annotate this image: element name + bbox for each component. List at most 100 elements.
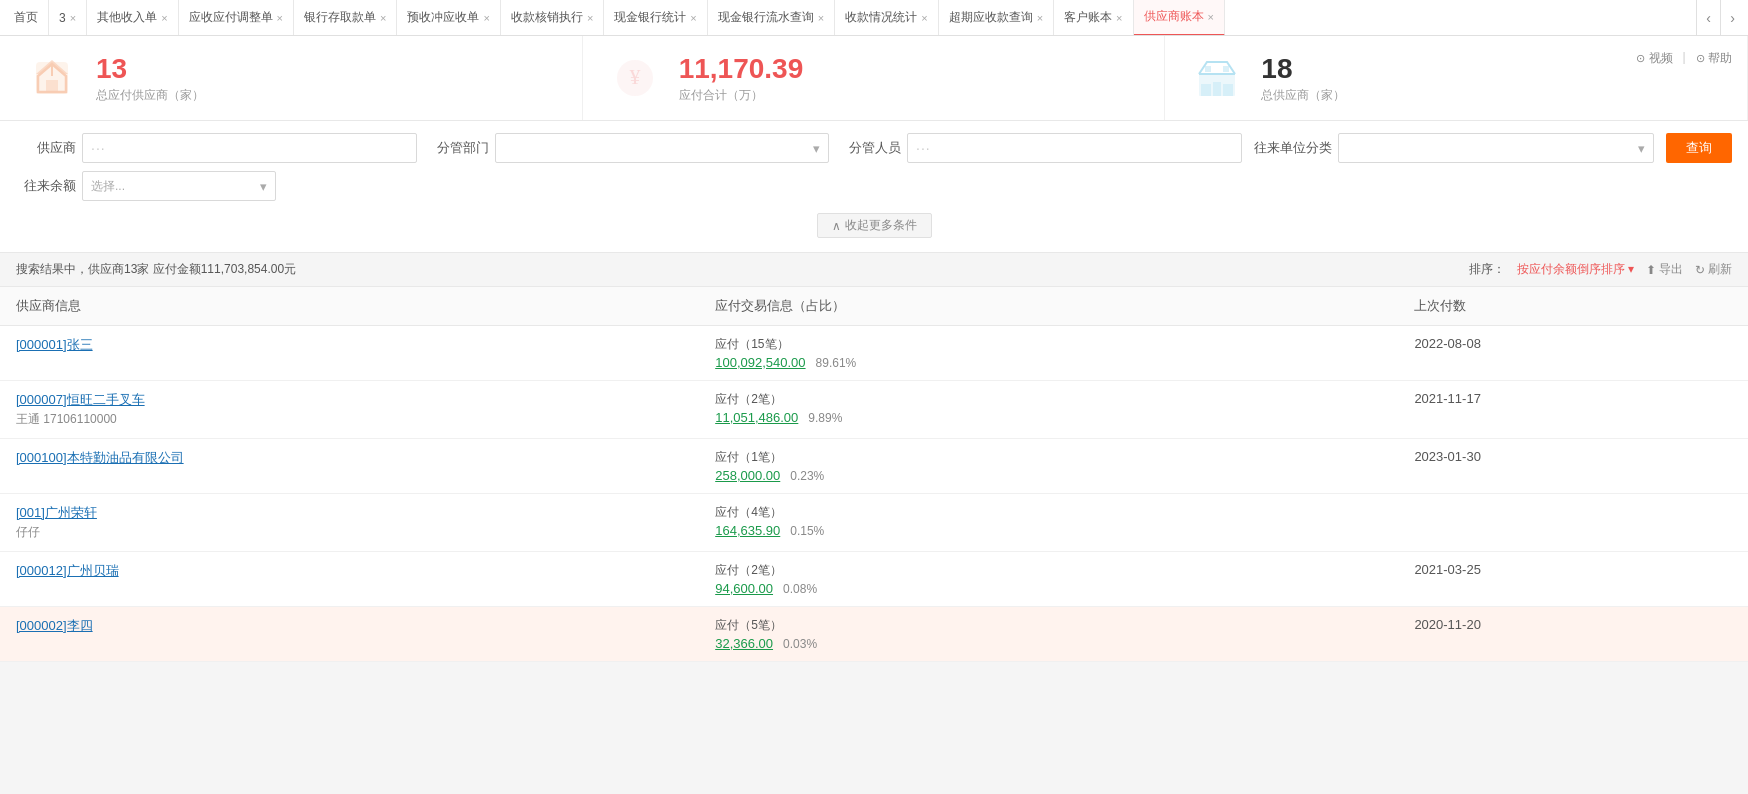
tx-label-1: 应付（2笔） xyxy=(715,391,1382,408)
svg-text:¥: ¥ xyxy=(629,64,640,89)
th-tx: 应付交易信息（占比） xyxy=(699,287,1398,326)
tab-close-cash-bank-flow[interactable]: × xyxy=(818,12,824,24)
video-link[interactable]: ⊙ 视频 xyxy=(1636,50,1672,67)
table-container: 供应商信息 应付交易信息（占比） 上次付数 [000001]张三应付（15笔）1… xyxy=(0,287,1748,662)
amount-link-1[interactable]: 11,051,486.00 xyxy=(715,410,798,425)
supplier-link-4[interactable]: [000012]广州贝瑞 xyxy=(16,563,119,578)
filter-balance: 往来余额 选择... ▾ xyxy=(16,171,276,201)
cell-tx-2: 应付（1笔）258,000.000.23% xyxy=(699,439,1398,494)
filter-person: 分管人员 ··· xyxy=(841,133,1242,163)
tab-close-receipt-stat[interactable]: × xyxy=(921,12,927,24)
pct-0: 89.61% xyxy=(816,356,857,370)
card3-label: 总供应商（家） xyxy=(1261,87,1345,104)
table-row: [001]广州荣轩仔仔应付（4笔）164,635.900.15% xyxy=(0,494,1748,552)
card2-number: 11,170.39 xyxy=(679,52,804,86)
refresh-button[interactable]: ↻ 刷新 xyxy=(1695,261,1732,278)
table-row: [000002]李四应付（5笔）32,366.000.03%2020-11-20 xyxy=(0,607,1748,662)
result-bar: 搜索结果中，供应商13家 应付金额111,703,854.00元 排序： 按应付… xyxy=(0,253,1748,287)
tab-close-other-income[interactable]: × xyxy=(161,12,167,24)
supplier-link-5[interactable]: [000002]李四 xyxy=(16,618,93,633)
nav-next-arrow[interactable]: › xyxy=(1720,0,1744,36)
query-button[interactable]: 查询 xyxy=(1666,133,1732,163)
amount-link-0[interactable]: 100,092,540.00 xyxy=(715,355,805,370)
table-row: [000100]本特勤油品有限公司应付（1笔）258,000.000.23%20… xyxy=(0,439,1748,494)
table-row: [000001]张三应付（15笔）100,092,540.0089.61%202… xyxy=(0,326,1748,381)
collapse-button[interactable]: ∧ 收起更多条件 xyxy=(817,213,932,238)
nav-tab-receipt-verify[interactable]: 收款核销执行× xyxy=(501,0,604,36)
supplier-input[interactable]: ··· xyxy=(82,133,417,163)
cell-supplier-3: [001]广州荣轩仔仔 xyxy=(0,494,699,552)
nav-tab-supplier-book[interactable]: 供应商账本× xyxy=(1134,0,1225,36)
pct-2: 0.23% xyxy=(790,469,824,483)
balance-select[interactable]: 选择... ▾ xyxy=(82,171,276,201)
nav-tab-customer-book[interactable]: 客户账本× xyxy=(1054,0,1133,36)
cell-date-5: 2020-11-20 xyxy=(1398,607,1748,662)
amount-link-2[interactable]: 258,000.00 xyxy=(715,468,780,483)
nav-tab-prepaid-ar[interactable]: 预收冲应收单× xyxy=(397,0,500,36)
cell-date-3 xyxy=(1398,494,1748,552)
store-icon xyxy=(1189,50,1245,106)
nav-prev-arrow[interactable]: ‹ xyxy=(1696,0,1720,36)
dept-arrow-icon: ▾ xyxy=(813,141,820,156)
top-nav: 首页3×其他收入单×应收应付调整单×银行存取款单×预收冲应收单×收款核销执行×现… xyxy=(0,0,1748,36)
svg-rect-9 xyxy=(1213,82,1221,96)
supplier-label: 供应商 xyxy=(16,139,76,157)
tab-close-receipt-verify[interactable]: × xyxy=(587,12,593,24)
card3-info: 18 总供应商（家） xyxy=(1261,52,1345,105)
help-link[interactable]: ⊙ 帮助 xyxy=(1696,50,1732,67)
nav-tab-tab3[interactable]: 3× xyxy=(49,0,87,36)
tx-label-3: 应付（4笔） xyxy=(715,504,1382,521)
supplier-link-1[interactable]: [000007]恒旺二手叉车 xyxy=(16,392,145,407)
person-input[interactable]: ··· xyxy=(907,133,1242,163)
tab-close-overdue-ar[interactable]: × xyxy=(1037,12,1043,24)
refresh-icon: ↻ xyxy=(1695,263,1705,277)
supplier-link-0[interactable]: [000001]张三 xyxy=(16,337,93,352)
tx-label-5: 应付（5笔） xyxy=(715,617,1382,634)
nav-tab-home[interactable]: 首页 xyxy=(4,0,49,36)
table-row: [000012]广州贝瑞应付（2笔）94,600.000.08%2021-03-… xyxy=(0,552,1748,607)
summary-card-suppliers: 13 总应付供应商（家） xyxy=(0,36,583,120)
nav-tab-bank-deposit[interactable]: 银行存取款单× xyxy=(294,0,397,36)
nav-tab-cash-bank-stat[interactable]: 现金银行统计× xyxy=(604,0,707,36)
cell-supplier-0: [000001]张三 xyxy=(0,326,699,381)
category-select[interactable]: ▾ xyxy=(1338,133,1655,163)
supplier-sub-1: 王通 17106110000 xyxy=(16,411,683,428)
balance-placeholder: 选择... xyxy=(91,178,125,195)
supplier-link-2[interactable]: [000100]本特勤油品有限公司 xyxy=(16,450,184,465)
nav-tab-overdue-ar[interactable]: 超期应收款查询× xyxy=(939,0,1054,36)
nav-tab-ar-ap-adjust[interactable]: 应收应付调整单× xyxy=(179,0,294,36)
tab-close-customer-book[interactable]: × xyxy=(1116,12,1122,24)
tab-close-cash-bank-stat[interactable]: × xyxy=(690,12,696,24)
tab-close-supplier-book[interactable]: × xyxy=(1208,11,1214,23)
collapse-up-icon: ∧ xyxy=(832,219,841,233)
svg-rect-8 xyxy=(1201,84,1211,96)
nav-tab-receipt-stat[interactable]: 收款情况统计× xyxy=(835,0,938,36)
tab-close-prepaid-ar[interactable]: × xyxy=(483,12,489,24)
nav-tab-cash-bank-flow[interactable]: 现金银行流水查询× xyxy=(708,0,835,36)
balance-label: 往来余额 xyxy=(16,177,76,195)
sort-value[interactable]: 按应付余额倒序排序 ▾ xyxy=(1517,261,1634,278)
dept-select[interactable]: ▾ xyxy=(495,133,830,163)
supplier-link-3[interactable]: [001]广州荣轩 xyxy=(16,505,97,520)
tab-close-ar-ap-adjust[interactable]: × xyxy=(277,12,283,24)
pct-4: 0.08% xyxy=(783,582,817,596)
tab-close-tab3[interactable]: × xyxy=(70,12,76,24)
result-bar-right: 排序： 按应付余额倒序排序 ▾ ⬆ 导出 ↻ 刷新 xyxy=(1469,261,1732,278)
filter-row-1: 供应商 ··· 分管部门 ▾ 分管人员 ··· 往来单位分类 ▾ xyxy=(16,133,1732,163)
th-supplier: 供应商信息 xyxy=(0,287,699,326)
tx-label-4: 应付（2笔） xyxy=(715,562,1382,579)
cell-supplier-5: [000002]李四 xyxy=(0,607,699,662)
card1-number: 13 xyxy=(96,52,204,86)
export-icon: ⬆ xyxy=(1646,263,1656,277)
amount-link-5[interactable]: 32,366.00 xyxy=(715,636,773,651)
tab-close-bank-deposit[interactable]: × xyxy=(380,12,386,24)
amount-link-4[interactable]: 94,600.00 xyxy=(715,581,773,596)
cell-tx-5: 应付（5笔）32,366.000.03% xyxy=(699,607,1398,662)
table-head: 供应商信息 应付交易信息（占比） 上次付数 xyxy=(0,287,1748,326)
amount-link-3[interactable]: 164,635.90 xyxy=(715,523,780,538)
nav-tab-other-income[interactable]: 其他收入单× xyxy=(87,0,178,36)
category-arrow-icon: ▾ xyxy=(1638,141,1645,156)
svg-rect-12 xyxy=(1205,66,1211,72)
export-button[interactable]: ⬆ 导出 xyxy=(1646,261,1683,278)
filter-area: 供应商 ··· 分管部门 ▾ 分管人员 ··· 往来单位分类 ▾ xyxy=(0,121,1748,253)
